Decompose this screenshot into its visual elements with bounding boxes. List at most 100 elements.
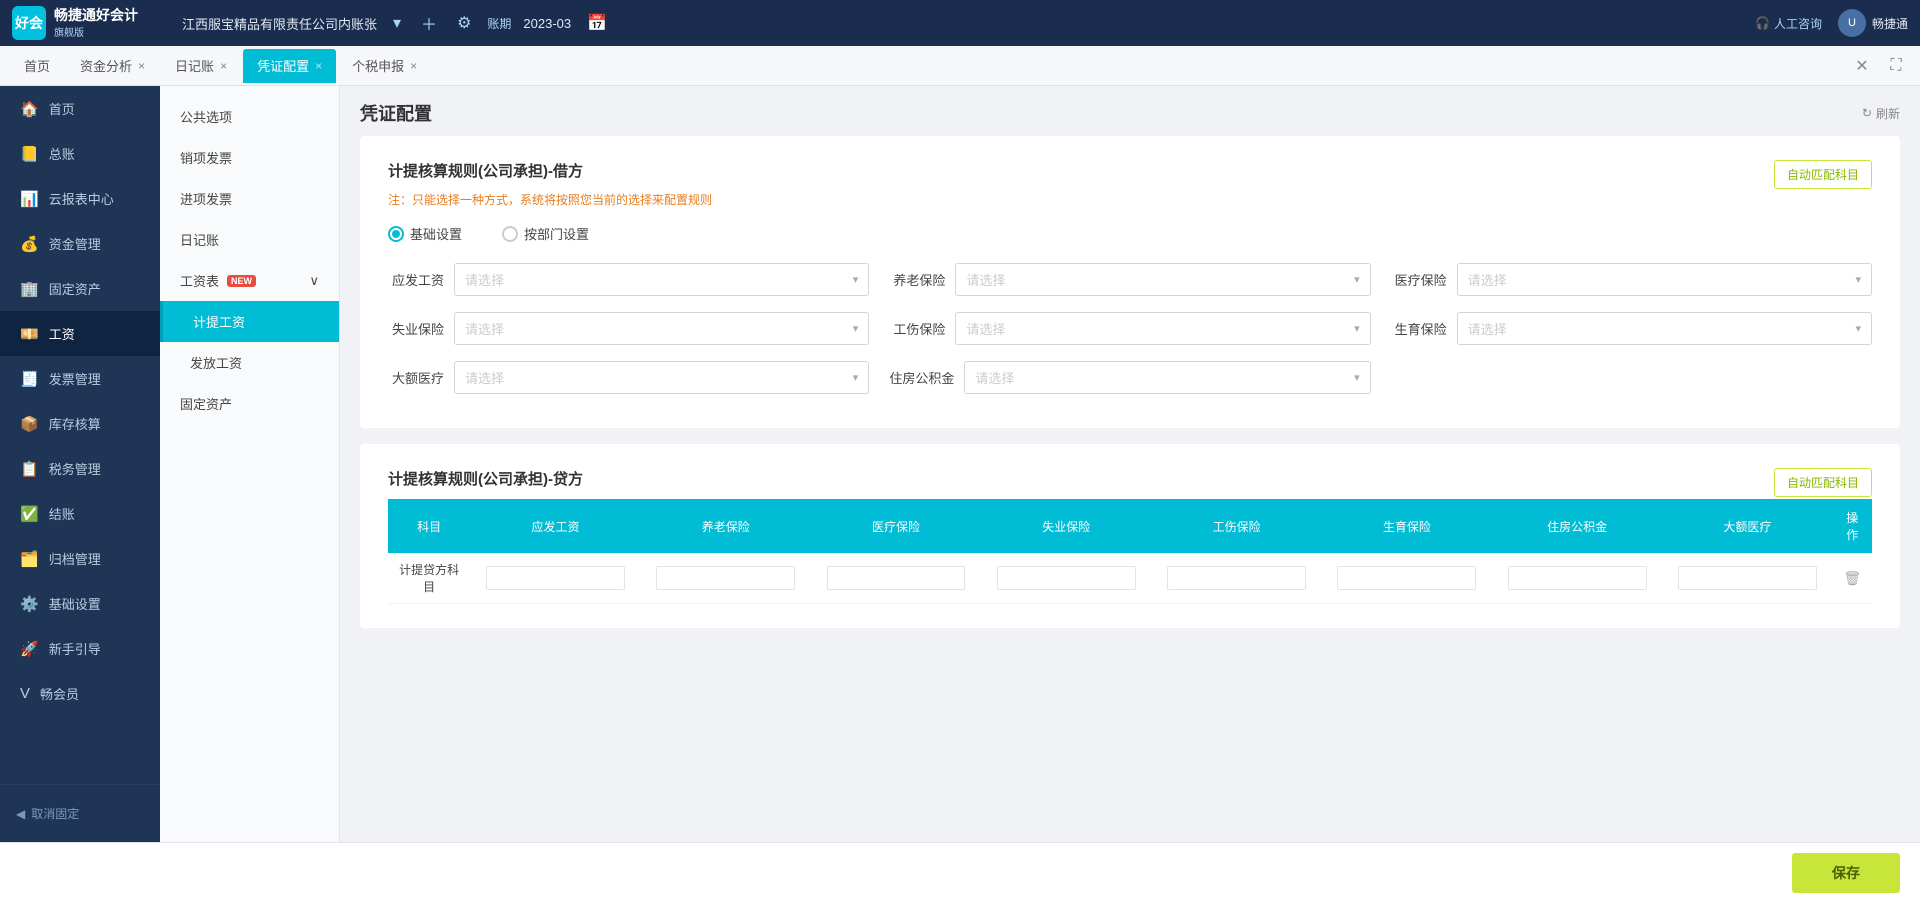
assets-icon: 🏢 xyxy=(20,280,39,298)
tab-expand-button[interactable]: ⛶ xyxy=(1882,52,1910,80)
tab-tax-label: 个税申报 xyxy=(352,56,404,75)
sidebar-item-salary[interactable]: 💴 工资 xyxy=(0,311,160,356)
sidebar-item-inventory[interactable]: 📦 库存核算 xyxy=(0,401,160,446)
sub-item-pay-salary[interactable]: 发放工资 xyxy=(160,342,339,383)
col-yiliao: 医疗保险 xyxy=(811,499,981,553)
select-yanglao-baoxian[interactable]: 请选择 ▾ xyxy=(955,263,1370,296)
tab-voucher-close[interactable]: × xyxy=(315,59,322,73)
debit-auto-match-button[interactable]: 自动匹配科目 xyxy=(1774,160,1872,189)
add-icon[interactable]: ＋ xyxy=(417,7,441,39)
debit-section-note: 注：只能选择一种方式，系统将按照您当前的选择来配置规则 xyxy=(388,191,1872,208)
logo-text: 畅捷通好会计 xyxy=(54,7,138,24)
sub-item-fixed-assets[interactable]: 固定资产 xyxy=(160,383,339,424)
service-button[interactable]: 🎧 人工咨询 xyxy=(1755,15,1822,32)
sidebar-item-ledger[interactable]: 📒 总账 xyxy=(0,131,160,176)
credit-section-title: 计提核算规则(公司承担)-贷方 xyxy=(388,468,1872,489)
save-button[interactable]: 保存 xyxy=(1792,853,1900,893)
sub-item-purchase-invoice[interactable]: 进项发票 xyxy=(160,178,339,219)
sub-item-sales-invoice[interactable]: 销项发票 xyxy=(160,137,339,178)
invoice-icon: 🧾 xyxy=(20,370,39,388)
input-shengyu[interactable] xyxy=(1337,566,1476,590)
sidebar-item-settings[interactable]: ⚙️ 基础设置 xyxy=(0,581,160,626)
period-label: 账期 xyxy=(487,15,511,32)
cancel-fixed-label: 取消固定 xyxy=(31,805,79,822)
sub-item-accrue-salary[interactable]: 计提工资 xyxy=(160,301,339,342)
sub-sidebar: 公共选项 销项发票 进项发票 日记账 工资表 NEW ∨ 计提工资 发放工资 固… xyxy=(160,86,340,842)
radio-basic[interactable]: 基础设置 xyxy=(388,224,462,243)
select-shiye-baoxian[interactable]: 请选择 ▾ xyxy=(454,312,869,345)
sidebar-item-settle[interactable]: ✅ 结账 xyxy=(0,491,160,536)
tab-capital[interactable]: 资金分析 × xyxy=(66,49,159,83)
page-title: 凭证配置 xyxy=(360,100,432,126)
refresh-button[interactable]: ↻ 刷新 xyxy=(1862,105,1900,122)
sidebar-item-archive[interactable]: 🗂️ 归档管理 xyxy=(0,536,160,581)
cancel-icon: ◀ xyxy=(16,807,25,821)
label-shiye-baoxian: 失业保险 xyxy=(388,319,444,338)
sidebar-item-guide[interactable]: 🚀 新手引导 xyxy=(0,626,160,671)
select-zhufang-placeholder: 请选择 xyxy=(975,368,1014,387)
select-yingfa-gongzi[interactable]: 请选择 ▾ xyxy=(454,263,869,296)
input-yingfa[interactable] xyxy=(486,566,625,590)
sub-label-payroll-table: 工资表 xyxy=(180,271,219,290)
logo-area: 好会 畅捷通好会计 旗舰版 xyxy=(12,6,172,40)
radio-group: 基础设置 按部门设置 xyxy=(388,224,1872,243)
settings-icon[interactable]: ⚙ xyxy=(453,9,475,37)
user-area[interactable]: U 畅捷通 xyxy=(1838,9,1908,37)
select-arrow-5: ▾ xyxy=(1354,322,1360,335)
credit-auto-match-button[interactable]: 自动匹配科目 xyxy=(1774,468,1872,497)
select-zhufang-gongjijin[interactable]: 请选择 ▾ xyxy=(964,361,1370,394)
label-gongshang-baoxian: 工伤保险 xyxy=(889,319,945,338)
radio-basic-circle xyxy=(388,226,404,242)
tab-tax[interactable]: 个税申报 × xyxy=(338,49,431,83)
field-yingfa-gongzi: 应发工资 请选择 ▾ xyxy=(388,263,869,296)
sidebar-item-invoice[interactable]: 🧾 发票管理 xyxy=(0,356,160,401)
sidebar-item-home[interactable]: 🏠 首页 xyxy=(0,86,160,131)
tab-home-label: 首页 xyxy=(24,56,50,75)
label-daejin-yiliao: 大额医疗 xyxy=(388,368,444,387)
tab-tax-close[interactable]: × xyxy=(410,59,417,73)
input-yanglao[interactable] xyxy=(656,566,795,590)
delete-row-button[interactable]: 🗑 xyxy=(1843,570,1861,586)
tab-journal[interactable]: 日记账 × xyxy=(161,49,241,83)
sub-label-pay-salary: 发放工资 xyxy=(190,353,242,372)
input-yiliao[interactable] xyxy=(827,566,966,590)
sidebar-item-assets[interactable]: 🏢 固定资产 xyxy=(0,266,160,311)
sidebar-item-capital[interactable]: 💰 资金管理 xyxy=(0,221,160,266)
tab-home[interactable]: 首页 xyxy=(10,49,64,83)
period-value: 2023-03 xyxy=(523,16,571,31)
input-zhufang[interactable] xyxy=(1508,566,1647,590)
sidebar-label-salary: 工资 xyxy=(49,324,75,343)
sidebar-label-settings: 基础设置 xyxy=(49,594,101,613)
input-shiye[interactable] xyxy=(997,566,1136,590)
tab-journal-close[interactable]: × xyxy=(220,59,227,73)
sub-item-journal[interactable]: 日记账 xyxy=(160,219,339,260)
tab-bar: 首页 资金分析 × 日记账 × 凭证配置 × 个税申报 × ✕ ⛶ xyxy=(0,46,1920,86)
sidebar-label-settle: 结账 xyxy=(49,504,75,523)
radio-dept[interactable]: 按部门设置 xyxy=(502,224,589,243)
sub-item-payroll-table[interactable]: 工资表 NEW ∨ xyxy=(160,260,339,301)
field-gongshang-baoxian: 工伤保险 请选择 ▾ xyxy=(889,312,1370,345)
sidebar-item-tax[interactable]: 📋 税务管理 xyxy=(0,446,160,491)
field-shengyu-baoxian: 生育保险 请选择 ▾ xyxy=(1391,312,1872,345)
company-dropdown-icon[interactable]: ▾ xyxy=(389,9,405,37)
avatar: U xyxy=(1838,9,1866,37)
logo-sub: 旗舰版 xyxy=(54,24,138,39)
calendar-icon[interactable]: 📅 xyxy=(583,9,611,37)
select-gongshang-baoxian[interactable]: 请选择 ▾ xyxy=(955,312,1370,345)
cancel-fixed-button[interactable]: ◀ 取消固定 xyxy=(0,795,160,832)
tab-capital-close[interactable]: × xyxy=(138,59,145,73)
select-daejin-yiliao[interactable]: 请选择 ▾ xyxy=(454,361,869,394)
label-yanglao-baoxian: 养老保险 xyxy=(889,270,945,289)
tab-close-button[interactable]: ✕ xyxy=(1848,52,1876,80)
input-daejin[interactable] xyxy=(1678,566,1817,590)
select-yiliao-baoxian[interactable]: 请选择 ▾ xyxy=(1457,263,1872,296)
input-gongshang[interactable] xyxy=(1167,566,1306,590)
sidebar-item-report[interactable]: 📊 云报表中心 xyxy=(0,176,160,221)
sub-item-public[interactable]: 公共选项 xyxy=(160,96,339,137)
sidebar-label-home: 首页 xyxy=(49,99,75,118)
salary-icon: 💴 xyxy=(20,325,39,343)
sidebar-item-vip[interactable]: V 畅会员 xyxy=(0,671,160,716)
tab-voucher[interactable]: 凭证配置 × xyxy=(243,49,336,83)
select-shengyu-baoxian[interactable]: 请选择 ▾ xyxy=(1457,312,1872,345)
select-arrow-2: ▾ xyxy=(1354,273,1360,286)
